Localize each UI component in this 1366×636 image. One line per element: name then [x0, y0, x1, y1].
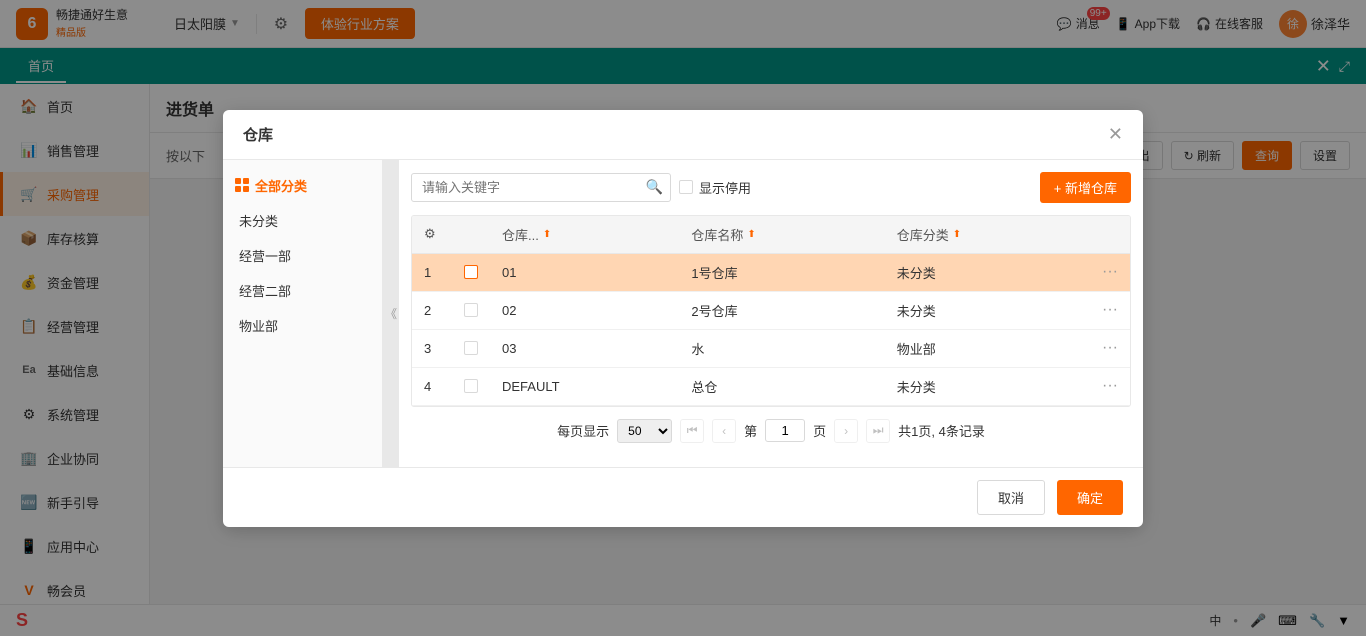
- col-code-label: 仓库...: [502, 225, 539, 244]
- next-page-button[interactable]: ›: [834, 419, 858, 443]
- all-categories[interactable]: 全部分类: [223, 168, 382, 203]
- row-name: 水: [679, 329, 884, 367]
- warehouse-table: ⚙ 仓库... ⬆ 仓库名称: [411, 215, 1131, 407]
- grid-icon: [235, 178, 249, 192]
- table-row[interactable]: 3 03 水 物业部 ···: [412, 329, 1130, 367]
- col-check: [452, 216, 490, 254]
- row-index: 4: [412, 367, 452, 405]
- add-warehouse-button[interactable]: + 新增仓库: [1040, 172, 1131, 203]
- table-row[interactable]: 4 DEFAULT 总仓 未分类 ···: [412, 367, 1130, 405]
- cancel-button[interactable]: 取消: [977, 480, 1045, 515]
- page-input[interactable]: [765, 419, 805, 442]
- row-more[interactable]: ···: [1090, 291, 1130, 329]
- row-index: 2: [412, 291, 452, 329]
- all-categories-label: 全部分类: [255, 176, 307, 195]
- collapse-icon: 《: [385, 305, 397, 322]
- row-name: 2号仓库: [679, 291, 884, 329]
- show-disabled-label[interactable]: 显示停用: [679, 178, 751, 197]
- dialog-body: 全部分类 未分类 经营一部 经营二部 物业部 《 🔍: [223, 160, 1143, 467]
- row-name: 1号仓库: [679, 253, 884, 291]
- row-name: 总仓: [679, 367, 884, 405]
- col-name-label: 仓库名称: [691, 225, 743, 244]
- modal-overlay: 仓库 ✕ 全部分类 未分类 经营一部 经营二部 物业部 《: [0, 0, 1366, 636]
- col-category-label: 仓库分类: [897, 225, 949, 244]
- row-code: DEFAULT: [490, 367, 679, 405]
- row-checkbox[interactable]: [452, 329, 490, 367]
- collapse-button[interactable]: 《: [383, 160, 399, 467]
- col-name: 仓库名称 ⬆: [679, 216, 884, 254]
- cat-item-dept1[interactable]: 经营一部: [223, 238, 382, 273]
- pagination: 每页显示 50 100 ⏮ ‹ 第 页 › ⏭ 共1页, 4条记录: [411, 407, 1131, 455]
- show-disabled-checkbox[interactable]: [679, 180, 693, 194]
- dialog-footer: 取消 确定: [223, 467, 1143, 527]
- search-input-wrap: 🔍: [411, 173, 671, 202]
- category-sidebar: 全部分类 未分类 经营一部 经营二部 物业部: [223, 160, 383, 467]
- search-bar: 🔍 显示停用 + 新增仓库: [411, 172, 1131, 203]
- row-code: 02: [490, 291, 679, 329]
- col-actions: [1090, 216, 1130, 254]
- row-code: 01: [490, 253, 679, 291]
- dialog-title: 仓库: [243, 124, 1108, 145]
- row-more[interactable]: ···: [1090, 253, 1130, 291]
- row-checkbox[interactable]: [452, 291, 490, 329]
- total-label: 共1页, 4条记录: [898, 421, 985, 440]
- dialog-main: 🔍 显示停用 + 新增仓库 ⚙: [399, 160, 1143, 467]
- row-code: 03: [490, 329, 679, 367]
- row-more[interactable]: ···: [1090, 367, 1130, 405]
- row-index: 3: [412, 329, 452, 367]
- col-code: 仓库... ⬆: [490, 216, 679, 254]
- cat-item-property[interactable]: 物业部: [223, 308, 382, 343]
- row-more[interactable]: ···: [1090, 329, 1130, 367]
- page-label: 页: [813, 421, 826, 440]
- row-category: 未分类: [885, 291, 1090, 329]
- col-gear: ⚙: [412, 216, 452, 254]
- cat-item-dept2[interactable]: 经营二部: [223, 273, 382, 308]
- sort-icon-category: ⬆: [953, 229, 961, 240]
- col-category: 仓库分类 ⬆: [885, 216, 1090, 254]
- row-index: 1: [412, 253, 452, 291]
- search-icon[interactable]: 🔍: [646, 179, 663, 196]
- row-category: 未分类: [885, 253, 1090, 291]
- row-category: 物业部: [885, 329, 1090, 367]
- page-word: 第: [744, 421, 757, 440]
- last-page-button[interactable]: ⏭: [866, 419, 890, 443]
- warehouse-dialog: 仓库 ✕ 全部分类 未分类 经营一部 经营二部 物业部 《: [223, 110, 1143, 527]
- first-page-button[interactable]: ⏮: [680, 419, 704, 443]
- sort-icon-code: ⬆: [543, 229, 551, 240]
- per-page-select[interactable]: 50 100: [617, 419, 672, 443]
- table-header-row: ⚙ 仓库... ⬆ 仓库名称: [412, 216, 1130, 254]
- row-checkbox[interactable]: [452, 367, 490, 405]
- row-category: 未分类: [885, 367, 1090, 405]
- show-disabled-text: 显示停用: [699, 178, 751, 197]
- per-page-label: 每页显示: [557, 421, 609, 440]
- dialog-header: 仓库 ✕: [223, 110, 1143, 160]
- table-row[interactable]: 1 01 1号仓库 未分类 ···: [412, 253, 1130, 291]
- prev-page-button[interactable]: ‹: [712, 419, 736, 443]
- search-input[interactable]: [411, 173, 671, 202]
- sort-icon-name: ⬆: [747, 229, 755, 240]
- confirm-button[interactable]: 确定: [1057, 480, 1123, 515]
- cat-item-unclassified[interactable]: 未分类: [223, 203, 382, 238]
- row-checkbox[interactable]: [452, 253, 490, 291]
- dialog-close-button[interactable]: ✕: [1108, 125, 1123, 143]
- table-row[interactable]: 2 02 2号仓库 未分类 ···: [412, 291, 1130, 329]
